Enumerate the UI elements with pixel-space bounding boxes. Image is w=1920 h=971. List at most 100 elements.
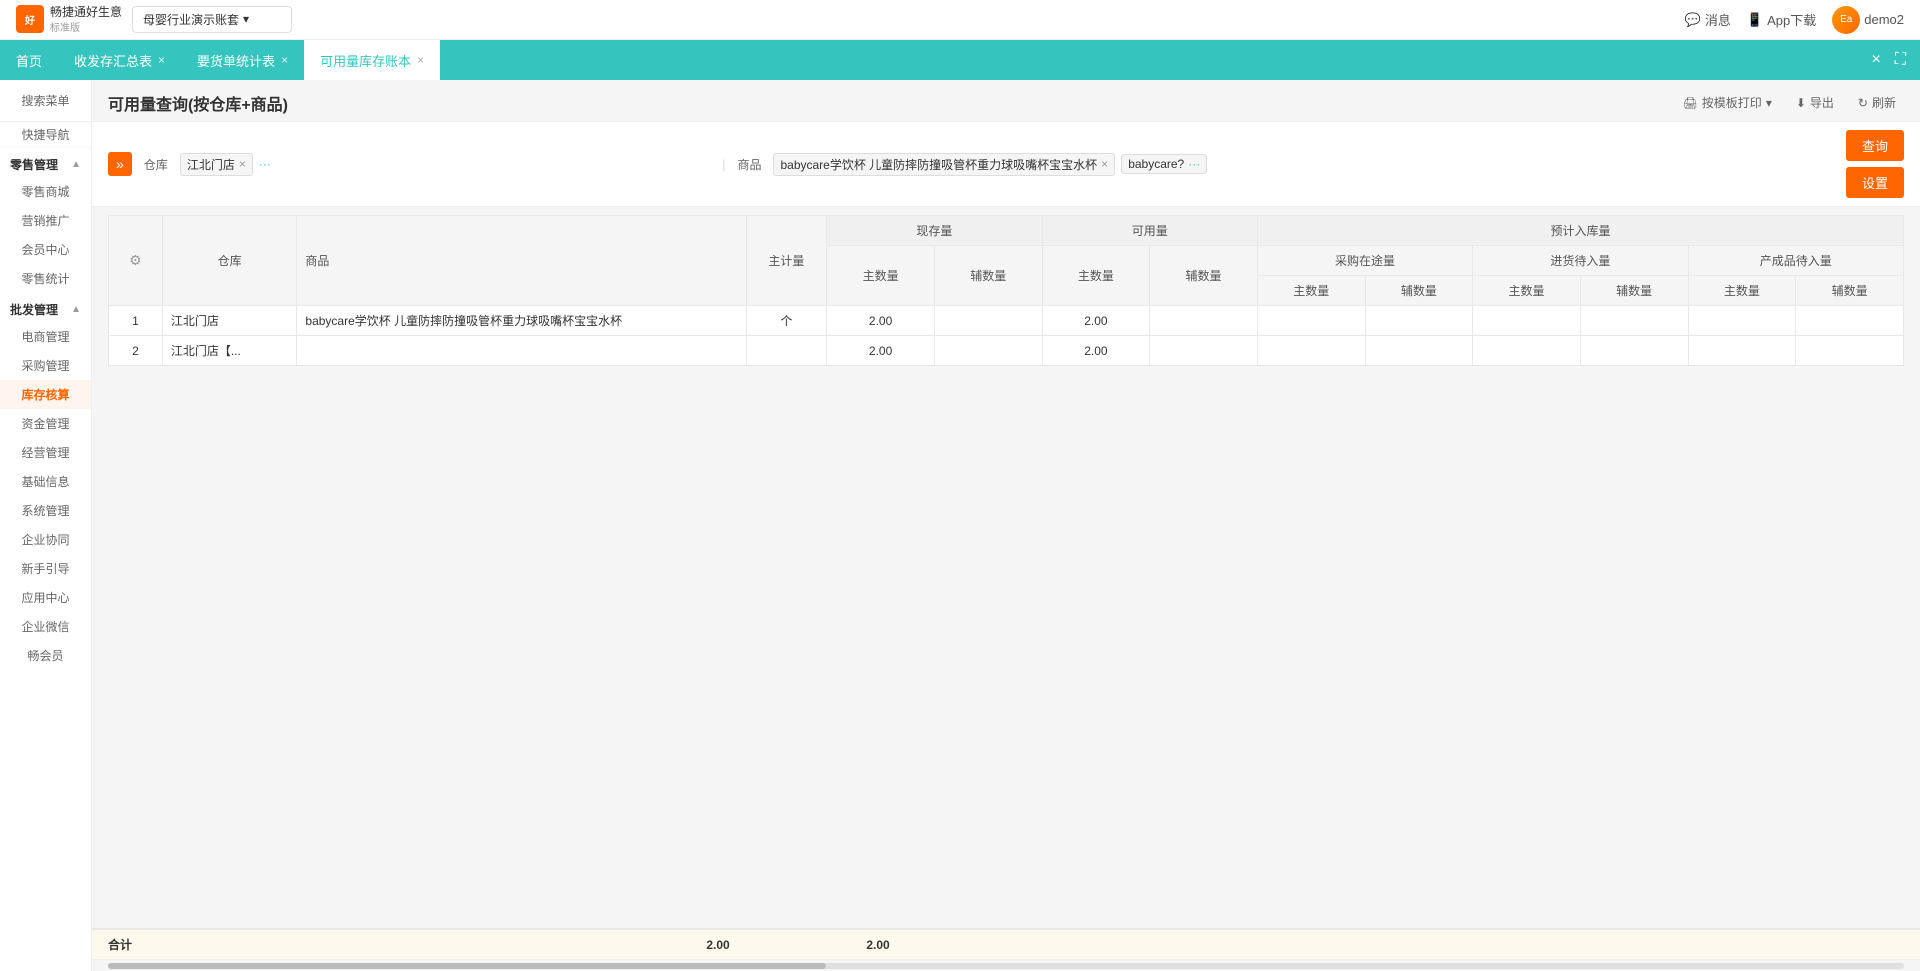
expand-btn[interactable]: ⛶: [1891, 47, 1910, 73]
logo-text-block: 畅捷通好生意 标准版: [50, 5, 122, 34]
th-unit: 主计量: [746, 216, 827, 306]
store-select[interactable]: 母婴行业演示账套 ▾: [132, 6, 292, 33]
nav-tabs: 首页 收发存汇总表 × 要货单统计表 × 可用量库存账本 × × ⛶: [0, 40, 1920, 80]
product-tag-text: babycare学饮杯 儿童防摔防撞吸管杯重力球吸嘴杯宝宝水杯: [780, 156, 1097, 173]
sidebar-item-enterprisewx[interactable]: 企业微信: [0, 612, 91, 641]
sidebar-item-inventorycheck[interactable]: 库存核算: [0, 380, 91, 409]
cell-current-aux: [934, 306, 1042, 336]
sidebar-item-mall[interactable]: 零售商城: [0, 177, 91, 206]
sidebar-item-appcenter[interactable]: 应用中心: [0, 583, 91, 612]
warehouse-more[interactable]: ···: [259, 157, 271, 171]
sidebar-section-zerosales[interactable]: 零售管理 ▲: [0, 148, 91, 177]
query-settings: 查询 设置: [1846, 130, 1904, 198]
settings-btn[interactable]: 设置: [1846, 167, 1904, 198]
page-title: 可用量查询(按仓库+商品): [108, 91, 288, 115]
cell-unit: [746, 336, 827, 366]
user-menu[interactable]: Ea demo2: [1832, 6, 1904, 34]
tab-inventory-label: 可用量库存账本: [320, 51, 411, 70]
tab-inventory-close[interactable]: ×: [417, 53, 424, 67]
cell-product: babycare学饮杯 儿童防摔防撞吸管杯重力球吸嘴杯宝宝水杯: [297, 306, 746, 336]
filter-separator: |: [722, 157, 725, 172]
sidebar-item-ecommerce[interactable]: 电商管理: [0, 322, 91, 351]
product-tag2-more[interactable]: ···: [1188, 157, 1200, 171]
sidebar-search[interactable]: 搜索菜单: [0, 80, 91, 122]
product-tags: babycare学饮杯 儿童防摔防撞吸管杯重力球吸嘴杯宝宝水杯 × babyca…: [773, 153, 1834, 176]
cell-purchase-aux: [1365, 336, 1473, 366]
warehouse-tag-jiangbei[interactable]: 江北门店 ×: [180, 153, 253, 176]
product-tag-close[interactable]: ×: [1101, 157, 1108, 171]
tab-inventory[interactable]: 可用量库存账本 ×: [304, 40, 440, 80]
top-bar-right: 💬 消息 📱 App下载 Ea demo2: [1685, 6, 1904, 34]
gear-icon: ⚙: [129, 252, 142, 268]
product-tag2-text: babycare?: [1128, 157, 1184, 171]
tab-receive-close[interactable]: ×: [158, 53, 165, 67]
tab-home-label: 首页: [16, 51, 42, 70]
sidebar-item-system[interactable]: 系统管理: [0, 496, 91, 525]
sidebar-section-zerosales-label: 零售管理: [10, 156, 58, 173]
warehouse-tags: 江北门店 × ···: [180, 153, 710, 176]
page-actions: 🖨 按模板打印 ▾ ⬇ 导出 ↻ 刷新: [1675, 90, 1904, 115]
scroll-track[interactable]: [108, 963, 1904, 969]
cell-inbound-aux: [1580, 306, 1688, 336]
sidebar-item-operation[interactable]: 经营管理: [0, 438, 91, 467]
sidebar-search-text[interactable]: 搜索菜单: [8, 88, 83, 113]
sidebar-item-finance[interactable]: 资金管理: [0, 409, 91, 438]
cell-current-aux: [934, 336, 1042, 366]
query-btn[interactable]: 查询: [1846, 130, 1904, 161]
cell-inbound-main: [1473, 306, 1581, 336]
sidebar-item-member[interactable]: 会员中心: [0, 235, 91, 264]
message-icon: 💬: [1685, 12, 1701, 28]
product-tag-babycare[interactable]: babycare学饮杯 儿童防摔防撞吸管杯重力球吸嘴杯宝宝水杯 ×: [773, 153, 1115, 176]
table-container: ⚙ 仓库 商品 主计量 现存量: [92, 207, 1920, 928]
sidebar-item-retailstat[interactable]: 零售统计: [0, 264, 91, 293]
page-header: 可用量查询(按仓库+商品) 🖨 按模板打印 ▾ ⬇ 导出 ↻ 刷新: [92, 80, 1920, 122]
th-forecast: 预计入库量: [1257, 216, 1903, 246]
table-row: 1 江北门店 babycare学饮杯 儿童防摔防撞吸管杯重力球吸嘴杯宝宝水杯 个…: [109, 306, 1904, 336]
sidebar-item-baseinfo[interactable]: 基础信息: [0, 467, 91, 496]
sidebar-item-newguide[interactable]: 新手引导: [0, 554, 91, 583]
message-btn[interactable]: 💬 消息: [1685, 10, 1731, 29]
sidebar-item-purchase[interactable]: 采购管理: [0, 351, 91, 380]
user-label: demo2: [1864, 12, 1904, 27]
th-prod-aux: 辅数量: [1796, 276, 1904, 306]
sidebar-section-wholesale[interactable]: 批发管理 ▲: [0, 293, 91, 322]
th-settings[interactable]: ⚙: [109, 216, 163, 306]
refresh-icon: ↻: [1858, 96, 1868, 110]
download-btn[interactable]: 📱 App下载: [1747, 10, 1816, 29]
product-tag-babycare2[interactable]: babycare? ···: [1121, 154, 1207, 174]
th-current-aux: 辅数量: [934, 246, 1042, 306]
sidebar-item-enterprise[interactable]: 企业协同: [0, 525, 91, 554]
cell-current-main: 2.00: [827, 336, 935, 366]
cell-current-main: 2.00: [827, 306, 935, 336]
export-icon: ⬇: [1796, 96, 1806, 110]
filter-expand-btn[interactable]: »: [108, 152, 132, 176]
tab-receive-label: 收发存汇总表: [74, 51, 152, 70]
th-purchase-aux: 辅数量: [1365, 276, 1473, 306]
warehouse-tag-close[interactable]: ×: [239, 157, 246, 171]
sidebar-quicknav-label: 快捷导航: [21, 128, 69, 142]
tab-receive[interactable]: 收发存汇总表 ×: [58, 40, 181, 80]
close-all-btn[interactable]: ×: [1867, 47, 1884, 73]
print-btn[interactable]: 🖨 按模板打印 ▾: [1675, 90, 1780, 115]
nav-right: × ⛶: [1867, 47, 1920, 73]
cell-prod-main: [1688, 306, 1796, 336]
refresh-btn[interactable]: ↻ 刷新: [1850, 90, 1904, 115]
tab-order[interactable]: 要货单统计表 ×: [181, 40, 304, 80]
warehouse-tag-text: 江北门店: [187, 156, 235, 173]
cell-inbound-aux: [1580, 336, 1688, 366]
scroll-bar[interactable]: [92, 959, 1920, 971]
sidebar-item-quicknav[interactable]: 快捷导航: [0, 122, 91, 148]
th-avail-aux: 辅数量: [1150, 246, 1258, 306]
cell-prod-aux: [1796, 306, 1904, 336]
sidebar-item-vipmember[interactable]: 畅会员: [0, 641, 91, 670]
tab-order-label: 要货单统计表: [197, 51, 275, 70]
tab-home[interactable]: 首页: [0, 40, 58, 80]
arrow-down-icon: ▲: [71, 304, 81, 315]
cell-warehouse: 江北门店【...: [162, 336, 297, 366]
sidebar-item-marketing[interactable]: 营销推广: [0, 206, 91, 235]
export-btn[interactable]: ⬇ 导出: [1788, 90, 1842, 115]
scroll-thumb[interactable]: [108, 963, 826, 969]
footer-label: 合计: [108, 936, 678, 953]
cell-purchase-aux: [1365, 306, 1473, 336]
tab-order-close[interactable]: ×: [281, 53, 288, 67]
